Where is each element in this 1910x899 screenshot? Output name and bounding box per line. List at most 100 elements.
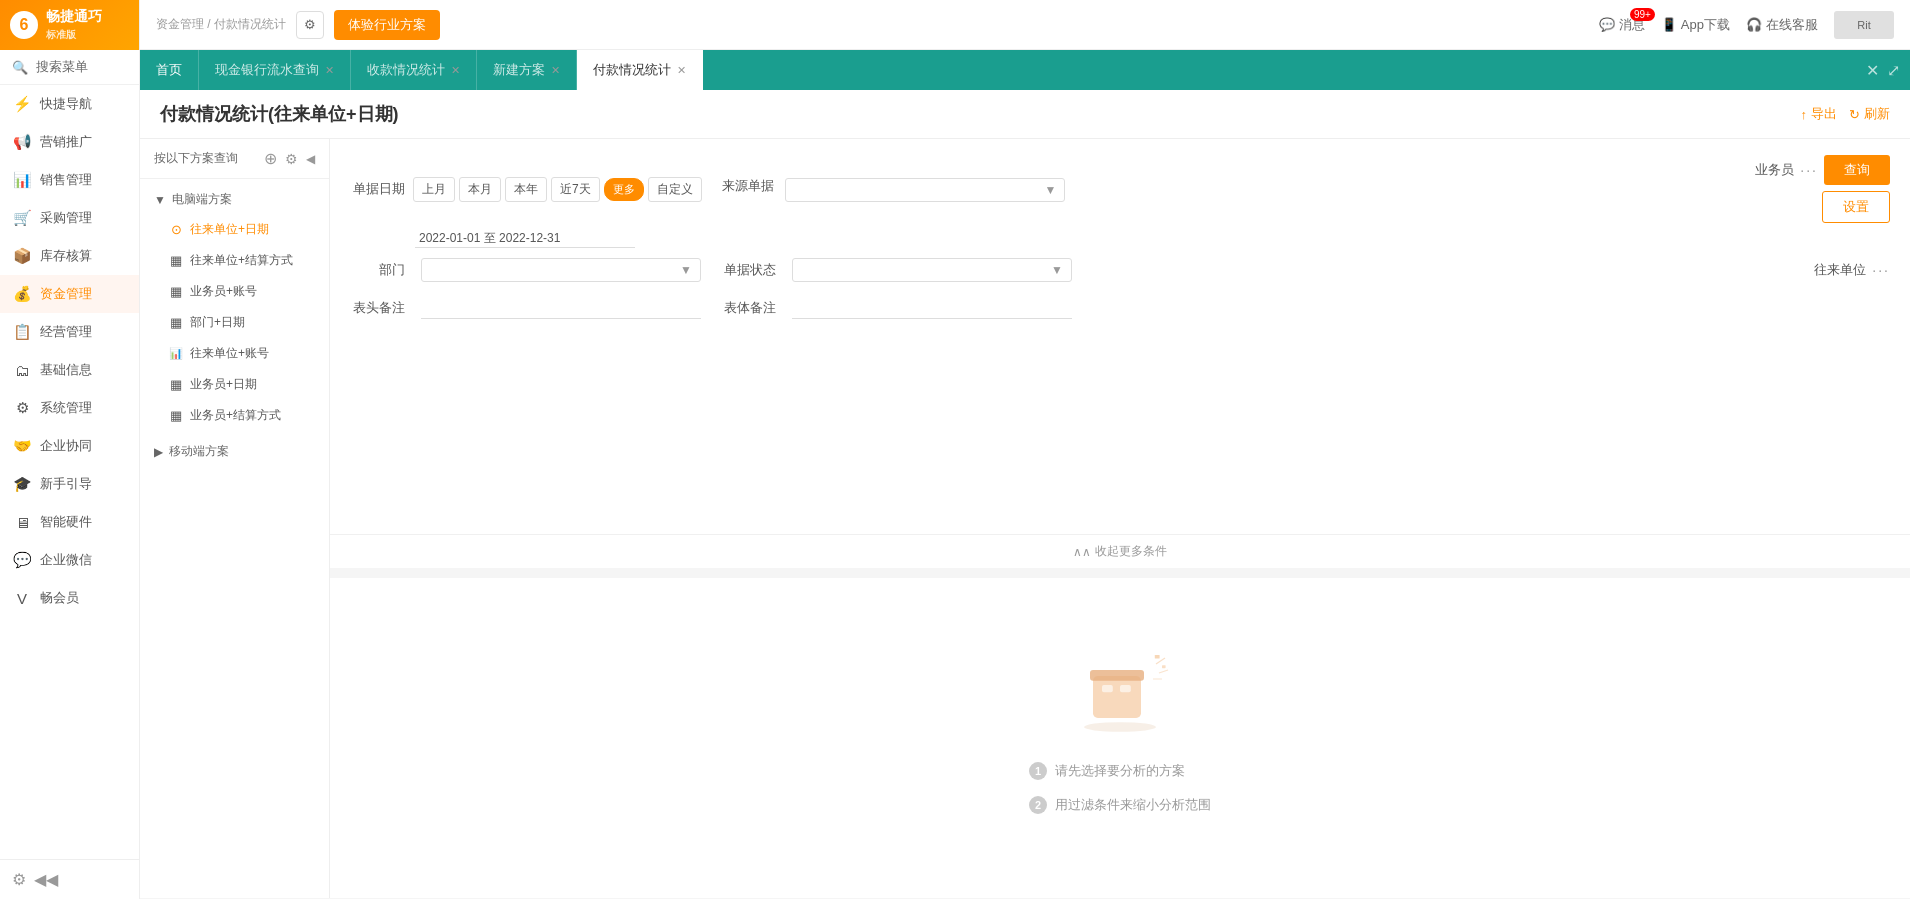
- collapse-label: 收起更多条件: [1095, 543, 1167, 560]
- body-note-input[interactable]: [792, 296, 1072, 319]
- tab-cashflow-close[interactable]: ✕: [325, 64, 334, 77]
- sales-icon: 📊: [12, 171, 32, 189]
- sidebar-nav: ⚡ 快捷导航 📢 营销推广 📊 销售管理 🛒 采购管理 📦 库存核算 💰 资金管…: [0, 85, 139, 859]
- cooperation-icon: 🤝: [12, 437, 32, 455]
- sidebar-item-purchase[interactable]: 🛒 采购管理: [0, 199, 139, 237]
- app-download-button[interactable]: 📱 App下载: [1661, 16, 1730, 34]
- marketing-icon: 📢: [12, 133, 32, 151]
- online-service-button[interactable]: 🎧 在线客服: [1746, 16, 1818, 34]
- right-panel: 单据日期 上月 本月 本年 近7天 更多 自定义 来源单据: [330, 139, 1910, 898]
- tab-receivable-close[interactable]: ✕: [451, 64, 460, 77]
- message-button[interactable]: 💬 消息 99+: [1599, 16, 1645, 34]
- scheme-item-salesperson-settlement[interactable]: ▦ 业务员+结算方式: [140, 400, 329, 431]
- sidebar-label-guide: 新手引导: [40, 475, 92, 493]
- mobile-scheme-group[interactable]: ▶ 移动端方案: [140, 437, 329, 466]
- tab-new-scheme-close[interactable]: ✕: [551, 64, 560, 77]
- header-right: 💬 消息 99+ 📱 App下载 🎧 在线客服 Rit: [1599, 11, 1894, 39]
- trial-button[interactable]: 体验行业方案: [334, 10, 440, 40]
- sidebar-label-marketing: 营销推广: [40, 133, 92, 151]
- scheme-item-partner-date[interactable]: ⊙ 往来单位+日期: [140, 214, 329, 245]
- header-note-input[interactable]: [421, 296, 701, 319]
- search-icon: 🔍: [12, 60, 28, 75]
- logo-text: 畅捷通巧: [46, 8, 102, 26]
- date-range-input[interactable]: [415, 229, 635, 248]
- desktop-group-title[interactable]: ▼ 电脑端方案: [140, 185, 329, 214]
- setting-button[interactable]: 设置: [1822, 191, 1890, 223]
- wechat-icon: 💬: [12, 551, 32, 569]
- scheme-item-partner-settlement[interactable]: ▦ 往来单位+结算方式: [140, 245, 329, 276]
- guide-icon: 🎓: [12, 475, 32, 493]
- dept-select[interactable]: ▼: [421, 258, 701, 282]
- scheme-label-salesperson-settlement: 业务员+结算方式: [190, 407, 281, 424]
- system-icon: ⚙: [12, 399, 32, 417]
- tab-home[interactable]: 首页: [140, 50, 199, 90]
- date-btn-more[interactable]: 更多: [604, 178, 644, 201]
- filter-row-3: 表头备注 表体备注: [350, 296, 1890, 319]
- message-icon: 💬: [1599, 17, 1615, 32]
- refresh-button[interactable]: ↻ 刷新: [1849, 105, 1890, 123]
- partner-ellipsis[interactable]: ···: [1872, 262, 1890, 278]
- query-button[interactable]: 查询: [1824, 155, 1890, 185]
- sidebar: 6 畅捷通巧 标准版 🔍 搜索菜单 ⚡ 快捷导航 📢 营销推广 📊 销售管理 🛒…: [0, 0, 140, 899]
- scheme-collapse-button[interactable]: ◀: [306, 152, 315, 166]
- tab-receivable[interactable]: 收款情况统计 ✕: [351, 50, 477, 90]
- sidebar-item-guide[interactable]: 🎓 新手引导: [0, 465, 139, 503]
- voucher-status-label: 单据状态: [721, 261, 776, 279]
- sidebar-item-system[interactable]: ⚙ 系统管理: [0, 389, 139, 427]
- date-btn-this-year[interactable]: 本年: [505, 177, 547, 202]
- scheme-item-partner-account[interactable]: 📊 往来单位+账号: [140, 338, 329, 369]
- sidebar-gear-button[interactable]: ⚙: [12, 870, 26, 889]
- filter-item-dept: 部门 ▼: [350, 258, 701, 282]
- date-btn-last-month[interactable]: 上月: [413, 177, 455, 202]
- sidebar-item-marketing[interactable]: 📢 营销推广: [0, 123, 139, 161]
- dept-label: 部门: [350, 261, 405, 279]
- sidebar-item-quick-nav[interactable]: ⚡ 快捷导航: [0, 85, 139, 123]
- tab-new-scheme-label: 新建方案: [493, 61, 545, 79]
- sidebar-item-sales[interactable]: 📊 销售管理: [0, 161, 139, 199]
- sidebar-item-inventory[interactable]: 📦 库存核算: [0, 237, 139, 275]
- sidebar-item-wechat[interactable]: 💬 企业微信: [0, 541, 139, 579]
- sidebar-label-hardware: 智能硬件: [40, 513, 92, 531]
- voucher-status-select[interactable]: ▼: [792, 258, 1072, 282]
- sidebar-item-hardware[interactable]: 🖥 智能硬件: [0, 503, 139, 541]
- source-select[interactable]: ▼: [785, 178, 1065, 202]
- sidebar-collapse-button[interactable]: ◀◀: [34, 870, 58, 889]
- scheme-panel-label: 按以下方案查询: [154, 150, 238, 167]
- tab-new-scheme[interactable]: 新建方案 ✕: [477, 50, 577, 90]
- tabs-maximize-icon[interactable]: ⤢: [1887, 61, 1900, 80]
- sidebar-item-basic[interactable]: 🗂 基础信息: [0, 351, 139, 389]
- scheme-item-dept-date[interactable]: ▦ 部门+日期: [140, 307, 329, 338]
- scheme-add-button[interactable]: ⊕: [264, 149, 277, 168]
- scheme-settings-button[interactable]: ⚙: [285, 151, 298, 167]
- logo-icon: 6: [10, 11, 38, 39]
- page-actions: ↑ 导出 ↻ 刷新: [1801, 105, 1891, 123]
- sidebar-search-item[interactable]: 🔍 搜索菜单: [0, 50, 139, 85]
- scheme-item-salesperson-date[interactable]: ▦ 业务员+日期: [140, 369, 329, 400]
- svg-rect-4: [1120, 685, 1131, 692]
- scheme-icon-partner-account: 📊: [168, 347, 184, 360]
- salesperson-ellipsis[interactable]: ···: [1800, 162, 1818, 178]
- date-btn-7days[interactable]: 近7天: [551, 177, 600, 202]
- collapse-more-button[interactable]: ∧∧ 收起更多条件: [1073, 543, 1167, 560]
- date-buttons: 上月 本月 本年 近7天 更多 自定义: [413, 177, 702, 202]
- user-avatar[interactable]: Rit: [1834, 11, 1894, 39]
- export-button[interactable]: ↑ 导出: [1801, 105, 1838, 123]
- tab-payment-stat-close[interactable]: ✕: [677, 64, 686, 77]
- export-label: 导出: [1811, 105, 1837, 123]
- header-settings-button[interactable]: ⚙: [296, 11, 324, 39]
- tab-payment-stat[interactable]: 付款情况统计 ✕: [577, 50, 703, 90]
- sidebar-item-finance[interactable]: 💰 资金管理: [0, 275, 139, 313]
- scheme-item-salesperson-account[interactable]: ▦ 业务员+账号: [140, 276, 329, 307]
- empty-state: 1 请先选择要分析的方案 2 用过滤条件来缩小分析范围: [330, 578, 1910, 898]
- breadcrumb: 资金管理 / 付款情况统计: [156, 16, 286, 33]
- sidebar-item-operation[interactable]: 📋 经营管理: [0, 313, 139, 351]
- tab-cashflow[interactable]: 现金银行流水查询 ✕: [199, 50, 351, 90]
- sidebar-item-member[interactable]: V 畅会员: [0, 579, 139, 617]
- tabs-close-all-icon[interactable]: ✕: [1866, 61, 1879, 80]
- date-btn-custom[interactable]: 自定义: [648, 177, 702, 202]
- refresh-label: 刷新: [1864, 105, 1890, 123]
- scheme-panel-header: 按以下方案查询 ⊕ ⚙ ◀: [140, 139, 329, 179]
- service-label: 在线客服: [1766, 16, 1818, 34]
- sidebar-item-cooperation[interactable]: 🤝 企业协同: [0, 427, 139, 465]
- date-btn-this-month[interactable]: 本月: [459, 177, 501, 202]
